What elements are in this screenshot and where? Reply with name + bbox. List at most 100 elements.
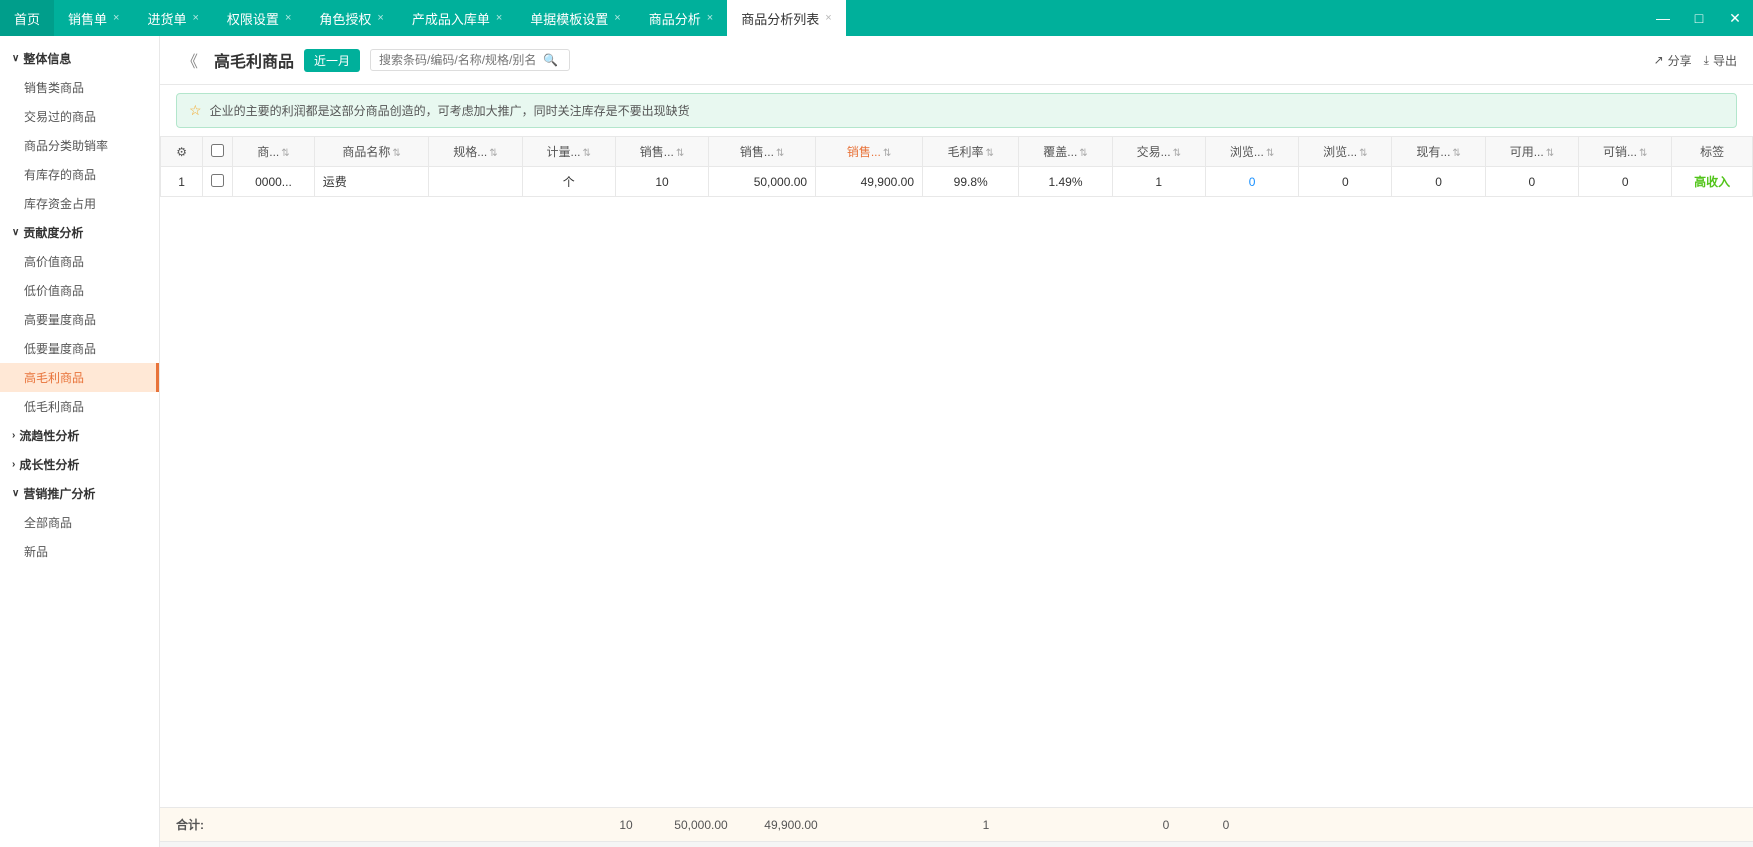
- nav-purchase-order[interactable]: 进货单 ×: [133, 0, 212, 36]
- select-all-checkbox[interactable]: [211, 144, 224, 157]
- cell-available: 0: [1485, 167, 1578, 197]
- content-area: 《 高毛利商品 近一月 🔍 ↗ 分享 ⤓ 导出: [160, 36, 1753, 847]
- search-icon[interactable]: 🔍: [543, 53, 558, 67]
- search-box: 🔍: [370, 49, 570, 71]
- cell-checkbox[interactable]: [203, 167, 233, 197]
- sidebar-group-marketing[interactable]: ∨ 营销推广分析: [0, 479, 159, 508]
- share-button[interactable]: ↗ 分享: [1654, 52, 1692, 69]
- arrow-icon: ›: [12, 430, 15, 441]
- nav-template-settings[interactable]: 单据模板设置 ×: [516, 0, 634, 36]
- cell-current-stock: 0: [1392, 167, 1485, 197]
- col-sales-amount[interactable]: 销售...⇅: [709, 137, 816, 167]
- col-coverage[interactable]: 覆盖...⇅: [1019, 137, 1112, 167]
- nav-template-settings-close[interactable]: ×: [614, 12, 620, 24]
- sidebar-item-new-goods[interactable]: 新品: [0, 537, 159, 566]
- cell-view2: 0: [1299, 167, 1392, 197]
- footer-available: 0: [1196, 818, 1256, 832]
- col-gross-margin[interactable]: 毛利率⇅: [923, 137, 1019, 167]
- table-wrapper: ⚙ 商...⇅ 商品名称⇅ 规格...⇅ 计量...⇅ 销售...⇅ 销售...…: [160, 136, 1753, 807]
- nav-product-analysis[interactable]: 商品分析 ×: [635, 0, 727, 36]
- col-current-stock[interactable]: 现有...⇅: [1392, 137, 1485, 167]
- sidebar-item-inventory-funds[interactable]: 库存资金占用: [0, 189, 159, 218]
- col-transaction[interactable]: 交易...⇅: [1112, 137, 1205, 167]
- sidebar-item-high-value[interactable]: 高价值商品: [0, 247, 159, 276]
- nav-permission-settings[interactable]: 权限设置 ×: [213, 0, 305, 36]
- arrow-icon: ∨: [12, 227, 19, 238]
- sidebar-item-high-freq[interactable]: 高要量度商品: [0, 305, 159, 334]
- col-name[interactable]: 商品名称⇅: [314, 137, 429, 167]
- footer-total: 合计: 10 50,000.00 49,900.00 1: [160, 807, 1753, 841]
- notice-bar: ☆ 企业的主要的利润都是这部分商品创造的，可考虑加大推广，同时关注库存是不要出现…: [176, 93, 1737, 128]
- col-view2[interactable]: 浏览...⇅: [1299, 137, 1392, 167]
- cell-num: 1: [161, 167, 203, 197]
- sidebar-item-sales-goods[interactable]: 销售类商品: [0, 73, 159, 102]
- page-title: 高毛利商品: [214, 48, 294, 72]
- notice-text: 企业的主要的利润都是这部分商品创造的，可考虑加大推广，同时关注库存是不要出现缺货: [210, 102, 690, 119]
- header-actions: ↗ 分享 ⤓ 导出: [1654, 52, 1737, 69]
- sidebar-item-traded-goods[interactable]: 交易过的商品: [0, 102, 159, 131]
- time-filter-button[interactable]: 近一月: [304, 49, 360, 72]
- sidebar-group-overall[interactable]: ∨ 整体信息: [0, 44, 159, 73]
- col-saleable[interactable]: 可销...⇅: [1579, 137, 1672, 167]
- window-controls: — □ ✕: [1645, 0, 1753, 36]
- sidebar-item-all-goods[interactable]: 全部商品: [0, 508, 159, 537]
- cell-spec: [429, 167, 522, 197]
- sidebar-item-high-margin[interactable]: 高毛利商品: [0, 363, 159, 392]
- sidebar: ∨ 整体信息 销售类商品 交易过的商品 商品分类助销率 有库存的商品 库存资金占…: [0, 36, 160, 847]
- content-header: 《 高毛利商品 近一月 🔍 ↗ 分享 ⤓ 导出: [160, 36, 1753, 85]
- maximize-button[interactable]: □: [1681, 0, 1717, 36]
- col-spec[interactable]: 规格...⇅: [429, 137, 522, 167]
- col-settings[interactable]: ⚙: [161, 137, 203, 167]
- cell-sales-qty: 10: [615, 167, 708, 197]
- arrow-icon: ∨: [12, 53, 19, 64]
- window-close-button[interactable]: ✕: [1717, 0, 1753, 36]
- nav-home[interactable]: 首页: [0, 0, 54, 36]
- nav-product-inbound-close[interactable]: ×: [496, 12, 502, 24]
- sidebar-item-low-value[interactable]: 低价值商品: [0, 276, 159, 305]
- col-view1[interactable]: 浏览...⇅: [1205, 137, 1298, 167]
- sidebar-item-low-freq[interactable]: 低要量度商品: [0, 334, 159, 363]
- col-code[interactable]: 商...⇅: [233, 137, 315, 167]
- nav-role-auth[interactable]: 角色授权 ×: [305, 0, 397, 36]
- sidebar-item-low-margin[interactable]: 低毛利商品: [0, 392, 159, 421]
- col-sales-qty[interactable]: 销售...⇅: [615, 137, 708, 167]
- sidebar-item-stocked-goods[interactable]: 有库存的商品: [0, 160, 159, 189]
- nav-role-auth-close[interactable]: ×: [377, 12, 383, 24]
- footer-sales-amount: 50,000.00: [656, 818, 746, 832]
- footer-sales-profit: 49,900.00: [746, 818, 836, 832]
- nav-product-analysis-list[interactable]: 商品分析列表 ×: [727, 0, 845, 36]
- nav-product-inbound[interactable]: 产成品入库单 ×: [398, 0, 516, 36]
- data-table: ⚙ 商...⇅ 商品名称⇅ 规格...⇅ 计量...⇅ 销售...⇅ 销售...…: [160, 136, 1753, 197]
- export-button[interactable]: ⤓ 导出: [1704, 52, 1737, 69]
- footer-current-stock: 0: [1136, 818, 1196, 832]
- sidebar-item-category-assist-rate[interactable]: 商品分类助销率: [0, 131, 159, 160]
- table-header-row: ⚙ 商...⇅ 商品名称⇅ 规格...⇅ 计量...⇅ 销售...⇅ 销售...…: [161, 137, 1753, 167]
- cell-view1[interactable]: 0: [1205, 167, 1298, 197]
- horizontal-scrollbar[interactable]: [160, 841, 1753, 847]
- nav-product-analysis-list-close[interactable]: ×: [825, 12, 831, 24]
- table-row: 1 0000... 运费 个 10 50,000.00 49,900.00 99…: [161, 167, 1753, 197]
- sidebar-group-growth[interactable]: › 成长性分析: [0, 450, 159, 479]
- minimize-button[interactable]: —: [1645, 0, 1681, 36]
- sidebar-group-trend[interactable]: › 流趋性分析: [0, 421, 159, 450]
- col-sales-profit[interactable]: 销售...⇅: [816, 137, 923, 167]
- search-input[interactable]: [379, 53, 539, 67]
- cell-saleable: 0: [1579, 167, 1672, 197]
- nav-product-analysis-close[interactable]: ×: [707, 12, 713, 24]
- sidebar-group-contribution[interactable]: ∨ 贡献度分析: [0, 218, 159, 247]
- col-unit[interactable]: 计量...⇅: [522, 137, 615, 167]
- nav-sales-order-close[interactable]: ×: [113, 12, 119, 24]
- col-tag: 标签: [1672, 137, 1753, 167]
- nav-purchase-order-close[interactable]: ×: [192, 12, 198, 24]
- nav-permission-settings-close[interactable]: ×: [285, 12, 291, 24]
- top-navigation: 首页 销售单 × 进货单 × 权限设置 × 角色授权 × 产成品入库单 × 单据…: [0, 0, 1753, 36]
- footer-transaction: 1: [956, 818, 1016, 832]
- cell-tag: 高收入: [1672, 167, 1753, 197]
- col-checkbox[interactable]: [203, 137, 233, 167]
- export-icon: ⤓: [1704, 53, 1709, 68]
- arrow-icon: ›: [12, 459, 15, 470]
- nav-sales-order[interactable]: 销售单 ×: [54, 0, 133, 36]
- col-available[interactable]: 可用...⇅: [1485, 137, 1578, 167]
- toggle-sidebar-button[interactable]: 《: [176, 46, 204, 74]
- cell-sales-profit: 49,900.00: [816, 167, 923, 197]
